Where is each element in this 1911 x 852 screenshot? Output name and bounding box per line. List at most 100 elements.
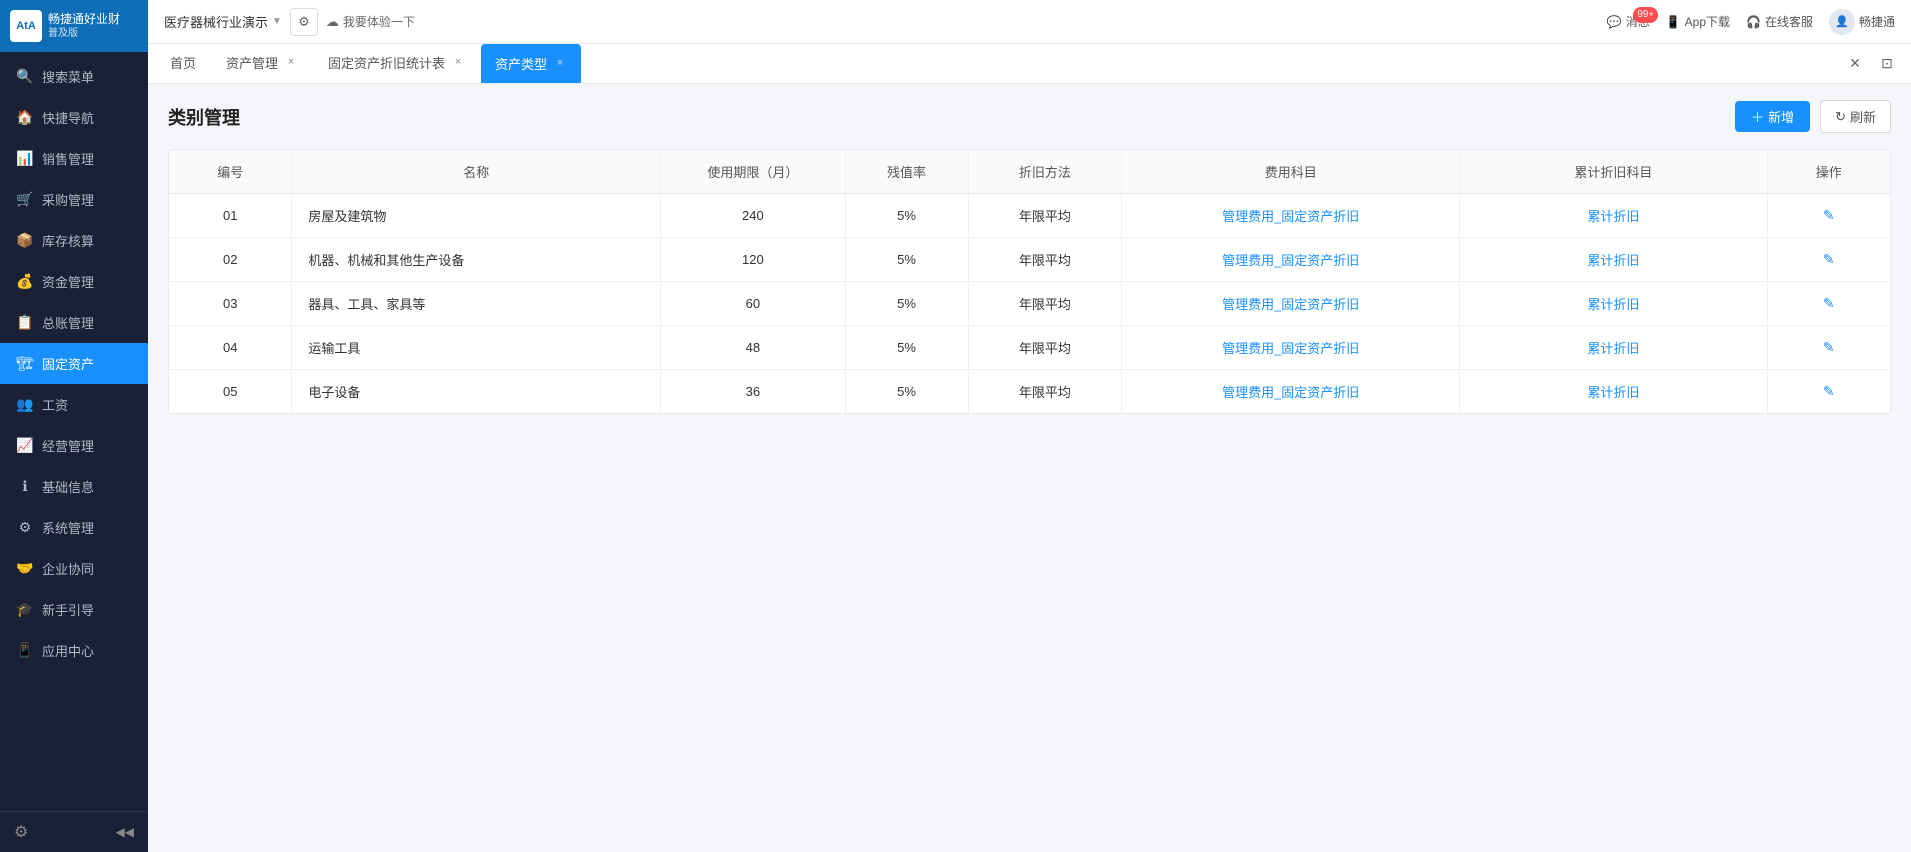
- sidebar-logo: AtA 畅捷通好业财 普及版: [0, 0, 148, 52]
- table-row: 01 房屋及建筑物 240 5% 年限平均 管理费用_固定资产折旧 累计折旧 ✎: [169, 194, 1890, 238]
- settings-footer-icon[interactable]: ⚙: [14, 822, 28, 842]
- nav-label-search: 搜索菜单: [42, 67, 94, 86]
- cell-action-1[interactable]: ✎: [1767, 238, 1890, 282]
- cell-period-4: 36: [661, 370, 845, 414]
- tab-asset-type-label: 资产类型: [495, 54, 547, 73]
- cloud-icon: ☁: [326, 14, 339, 30]
- tabs-bar: 首页 资产管理 × 固定资产折旧统计表 × 资产类型 × ✕ ⊡: [148, 44, 1911, 84]
- nav-icon-guide: 🎓: [16, 601, 34, 619]
- sidebar-item-system[interactable]: ⚙ 系统管理: [0, 507, 148, 548]
- tab-maximize-button[interactable]: ⊡: [1875, 52, 1899, 76]
- cell-action-3[interactable]: ✎: [1767, 326, 1890, 370]
- nav-label-enterprise: 企业协同: [42, 559, 94, 578]
- cell-action-4[interactable]: ✎: [1767, 370, 1890, 414]
- tab-asset-mgmt-close[interactable]: ×: [284, 56, 298, 70]
- cell-accum-1: 累计折旧: [1460, 238, 1767, 282]
- sidebar-item-sales[interactable]: 📊 销售管理: [0, 138, 148, 179]
- sidebar-item-ledger[interactable]: 📋 总账管理: [0, 302, 148, 343]
- notifications-button[interactable]: 💬 消息 99+: [1607, 13, 1650, 30]
- tab-asset-type-close[interactable]: ×: [553, 57, 567, 71]
- tab-depreciation-table[interactable]: 固定资产折旧统计表 ×: [314, 44, 479, 83]
- tab-asset-mgmt-label: 资产管理: [226, 53, 278, 72]
- company-selector[interactable]: 医疗器械行业演示 ▼: [164, 12, 282, 31]
- cell-name-2: 器具、工具、家具等: [292, 282, 661, 326]
- edit-icon-4[interactable]: ✎: [1823, 383, 1835, 399]
- sidebar-item-inventory[interactable]: 📦 库存核算: [0, 220, 148, 261]
- edit-icon-1[interactable]: ✎: [1823, 251, 1835, 267]
- cell-method-3: 年限平均: [968, 326, 1122, 370]
- app-edition: 普及版: [48, 27, 120, 40]
- nav-label-basic-info: 基础信息: [42, 477, 94, 496]
- sidebar-item-search[interactable]: 🔍 搜索菜单: [0, 56, 148, 97]
- cell-code-1: 02: [169, 238, 292, 282]
- page-title: 类别管理: [168, 104, 240, 130]
- sidebar-item-payroll[interactable]: 👥 工资: [0, 384, 148, 425]
- experience-label: 我要体验一下: [343, 13, 415, 30]
- cell-method-1: 年限平均: [968, 238, 1122, 282]
- cell-accum-0: 累计折旧: [1460, 194, 1767, 238]
- cell-action-0[interactable]: ✎: [1767, 194, 1890, 238]
- cell-period-0: 240: [661, 194, 845, 238]
- cell-expense-1: 管理费用_固定资产折旧: [1122, 238, 1460, 282]
- customer-service-button[interactable]: 🎧 在线客服: [1746, 13, 1813, 30]
- edit-icon-3[interactable]: ✎: [1823, 339, 1835, 355]
- tab-asset-mgmt[interactable]: 资产管理 ×: [212, 44, 312, 83]
- tab-close-window-button[interactable]: ✕: [1843, 52, 1867, 76]
- cell-code-3: 04: [169, 326, 292, 370]
- table-row: 02 机器、机械和其他生产设备 120 5% 年限平均 管理费用_固定资产折旧 …: [169, 238, 1890, 282]
- cell-period-2: 60: [661, 282, 845, 326]
- col-header-action: 操作: [1767, 150, 1890, 194]
- app-download-button[interactable]: 📱 App下载: [1666, 13, 1730, 30]
- nav-icon-payroll: 👥: [16, 396, 34, 414]
- sidebar-item-guide[interactable]: 🎓 新手引导: [0, 589, 148, 630]
- cell-method-2: 年限平均: [968, 282, 1122, 326]
- user-menu[interactable]: 👤 畅捷通: [1829, 9, 1895, 35]
- phone-icon: 📱: [1666, 15, 1681, 29]
- new-button[interactable]: ＋ 新增: [1735, 101, 1810, 132]
- nav-icon-quick-nav: 🏠: [16, 109, 34, 127]
- sidebar-item-quick-nav[interactable]: 🏠 快捷导航: [0, 97, 148, 138]
- sidebar-item-enterprise[interactable]: 🤝 企业协同: [0, 548, 148, 589]
- nav-label-app-center: 应用中心: [42, 641, 94, 660]
- tab-asset-type[interactable]: 资产类型 ×: [481, 44, 581, 83]
- cell-expense-3: 管理费用_固定资产折旧: [1122, 326, 1460, 370]
- nav-label-sales: 销售管理: [42, 149, 94, 168]
- edit-icon-2[interactable]: ✎: [1823, 295, 1835, 311]
- refresh-icon: ↻: [1835, 109, 1846, 125]
- cell-period-1: 120: [661, 238, 845, 282]
- col-header-accum: 累计折旧科目: [1460, 150, 1767, 194]
- edit-icon-0[interactable]: ✎: [1823, 207, 1835, 223]
- nav-icon-system: ⚙: [16, 519, 34, 537]
- cell-code-2: 03: [169, 282, 292, 326]
- experience-button[interactable]: ☁ 我要体验一下: [326, 13, 415, 30]
- page-content: 类别管理 ＋ 新增 ↻ 刷新 编号 名称 使用期限（月）: [148, 84, 1911, 852]
- page-actions: ＋ 新增 ↻ 刷新: [1735, 100, 1891, 133]
- sidebar-item-capital[interactable]: 💰 资金管理: [0, 261, 148, 302]
- app-download-label: App下载: [1685, 13, 1730, 30]
- refresh-button-label: 刷新: [1850, 107, 1876, 126]
- sidebar-item-basic-info[interactable]: ℹ 基础信息: [0, 466, 148, 507]
- sidebar-item-app-center[interactable]: 📱 应用中心: [0, 630, 148, 671]
- tab-depreciation-close[interactable]: ×: [451, 56, 465, 70]
- nav-icon-ledger: 📋: [16, 314, 34, 332]
- avatar-icon: 👤: [1835, 15, 1849, 28]
- topbar: 医疗器械行业演示 ▼ ⚙ ☁ 我要体验一下 💬 消息 99+ 📱 App下载: [148, 0, 1911, 44]
- sidebar-item-purchase[interactable]: 🛒 采购管理: [0, 179, 148, 220]
- cell-accum-4: 累计折旧: [1460, 370, 1767, 414]
- table-row: 04 运输工具 48 5% 年限平均 管理费用_固定资产折旧 累计折旧 ✎: [169, 326, 1890, 370]
- nav-label-capital: 资金管理: [42, 272, 94, 291]
- topbar-settings-button[interactable]: ⚙: [290, 8, 318, 36]
- cell-action-2[interactable]: ✎: [1767, 282, 1890, 326]
- sidebar-item-fixed-assets[interactable]: 🏗 固定资产: [0, 343, 148, 384]
- nav-label-operations: 经营管理: [42, 436, 94, 455]
- cell-method-0: 年限平均: [968, 194, 1122, 238]
- tab-home[interactable]: 首页: [156, 44, 210, 83]
- refresh-button[interactable]: ↻ 刷新: [1820, 100, 1891, 133]
- cell-name-3: 运输工具: [292, 326, 661, 370]
- collapse-icon[interactable]: ◀◀: [116, 825, 134, 839]
- cell-residual-3: 5%: [845, 326, 968, 370]
- sidebar-item-operations[interactable]: 📈 经营管理: [0, 425, 148, 466]
- tabs-right-controls: ✕ ⊡: [1843, 44, 1903, 83]
- nav-label-fixed-assets: 固定资产: [42, 354, 94, 373]
- company-dropdown-arrow: ▼: [272, 16, 282, 27]
